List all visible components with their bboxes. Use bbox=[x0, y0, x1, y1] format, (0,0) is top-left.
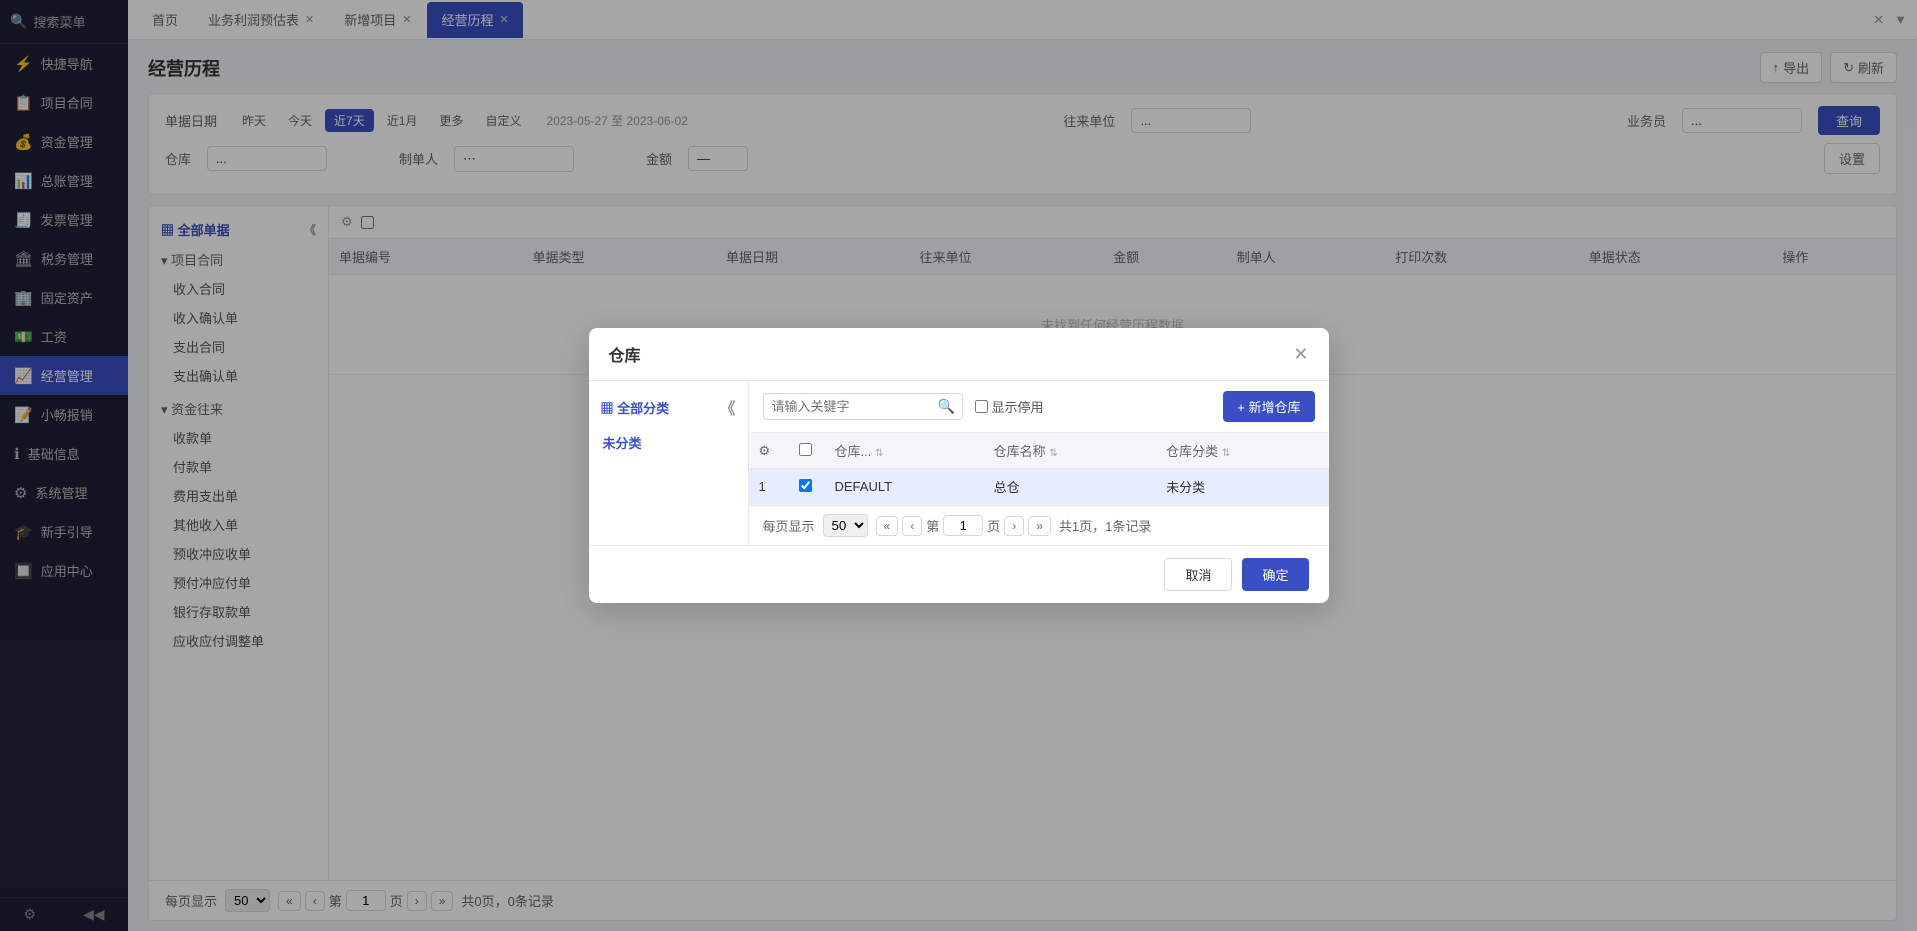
modal-table-wrapper: ⚙ 仓库... ⇅ 仓库名称 ⇅ bbox=[749, 433, 1329, 505]
modal-pagination: 每页显示 50 « ‹ 第 页 › » 共1页，1条记录 bbox=[749, 505, 1329, 545]
modal-page-input[interactable] bbox=[943, 515, 983, 536]
sort-icon-code: ⇅ bbox=[875, 448, 883, 459]
modal-left-items: 未分类 bbox=[589, 427, 748, 458]
modal-left-item-未分类[interactable]: 未分类 bbox=[589, 427, 748, 458]
modal-left-header: ▦ 全部分类 《 bbox=[589, 391, 748, 427]
modal-per-page-select[interactable]: 50 bbox=[823, 514, 868, 537]
modal-overlay: 仓库 ✕ ▦ 全部分类 《 未分类 bbox=[0, 0, 1917, 931]
row-checkbox[interactable] bbox=[789, 469, 825, 505]
col-warehouse-name: 仓库名称 ⇅ bbox=[984, 433, 1156, 469]
modal-select-all[interactable] bbox=[799, 443, 812, 456]
col-warehouse-code: 仓库... ⇅ bbox=[825, 433, 984, 469]
cancel-button[interactable]: 取消 bbox=[1164, 558, 1232, 591]
modal-body: ▦ 全部分类 《 未分类 🔍 bbox=[589, 381, 1329, 545]
modal-table-body: 1 DEFAULT 总仓 未分类 bbox=[749, 469, 1329, 505]
modal-right-panel: 🔍 显示停用 + 新增仓库 ⚙ bbox=[749, 381, 1329, 545]
modal-search-input[interactable] bbox=[772, 399, 932, 414]
warehouse-modal: 仓库 ✕ ▦ 全部分类 《 未分类 bbox=[589, 328, 1329, 603]
modal-left-collapse-icon[interactable]: 《 bbox=[719, 395, 735, 419]
add-warehouse-button[interactable]: + 新增仓库 bbox=[1223, 391, 1314, 422]
confirm-button[interactable]: 确定 bbox=[1242, 558, 1308, 591]
row-name: 总仓 bbox=[984, 469, 1156, 505]
modal-table: ⚙ 仓库... ⇅ 仓库名称 ⇅ bbox=[749, 433, 1329, 505]
grid-icon-modal: ▦ bbox=[601, 401, 614, 416]
modal-header: 仓库 ✕ bbox=[589, 328, 1329, 381]
modal-search-icon: 🔍 bbox=[938, 398, 955, 415]
col-checkbox-header bbox=[789, 433, 825, 469]
col-warehouse-category: 仓库分类 ⇅ bbox=[1156, 433, 1328, 469]
modal-row-1[interactable]: 1 DEFAULT 总仓 未分类 bbox=[749, 469, 1329, 505]
modal-all-category-label[interactable]: ▦ 全部分类 bbox=[601, 398, 670, 417]
modal-next-btn[interactable]: › bbox=[1004, 516, 1024, 536]
modal-title: 仓库 bbox=[609, 342, 641, 366]
modal-table-header: ⚙ 仓库... ⇅ 仓库名称 ⇅ bbox=[749, 433, 1329, 469]
row-code: DEFAULT bbox=[825, 469, 984, 505]
modal-first-btn[interactable]: « bbox=[876, 516, 899, 536]
modal-page-nav: « ‹ 第 页 › » bbox=[876, 515, 1051, 536]
modal-toolbar: 🔍 显示停用 + 新增仓库 bbox=[749, 381, 1329, 433]
modal-left-panel: ▦ 全部分类 《 未分类 bbox=[589, 381, 749, 545]
col-gear: ⚙ bbox=[749, 433, 789, 469]
modal-close-icon[interactable]: ✕ bbox=[1293, 344, 1308, 365]
modal-prev-btn[interactable]: ‹ bbox=[902, 516, 922, 536]
modal-toolbar-left: 🔍 显示停用 bbox=[763, 393, 1044, 420]
sort-icon-name: ⇅ bbox=[1049, 448, 1057, 459]
show-disabled-label[interactable]: 显示停用 bbox=[975, 397, 1044, 416]
row-id: 1 bbox=[749, 469, 789, 505]
modal-actions: 取消 确定 bbox=[589, 545, 1329, 603]
modal-search-box: 🔍 bbox=[763, 393, 963, 420]
row-category: 未分类 bbox=[1156, 469, 1328, 505]
modal-last-btn[interactable]: » bbox=[1028, 516, 1051, 536]
sort-icon-cat: ⇅ bbox=[1222, 448, 1230, 459]
show-disabled-checkbox[interactable] bbox=[975, 400, 988, 413]
